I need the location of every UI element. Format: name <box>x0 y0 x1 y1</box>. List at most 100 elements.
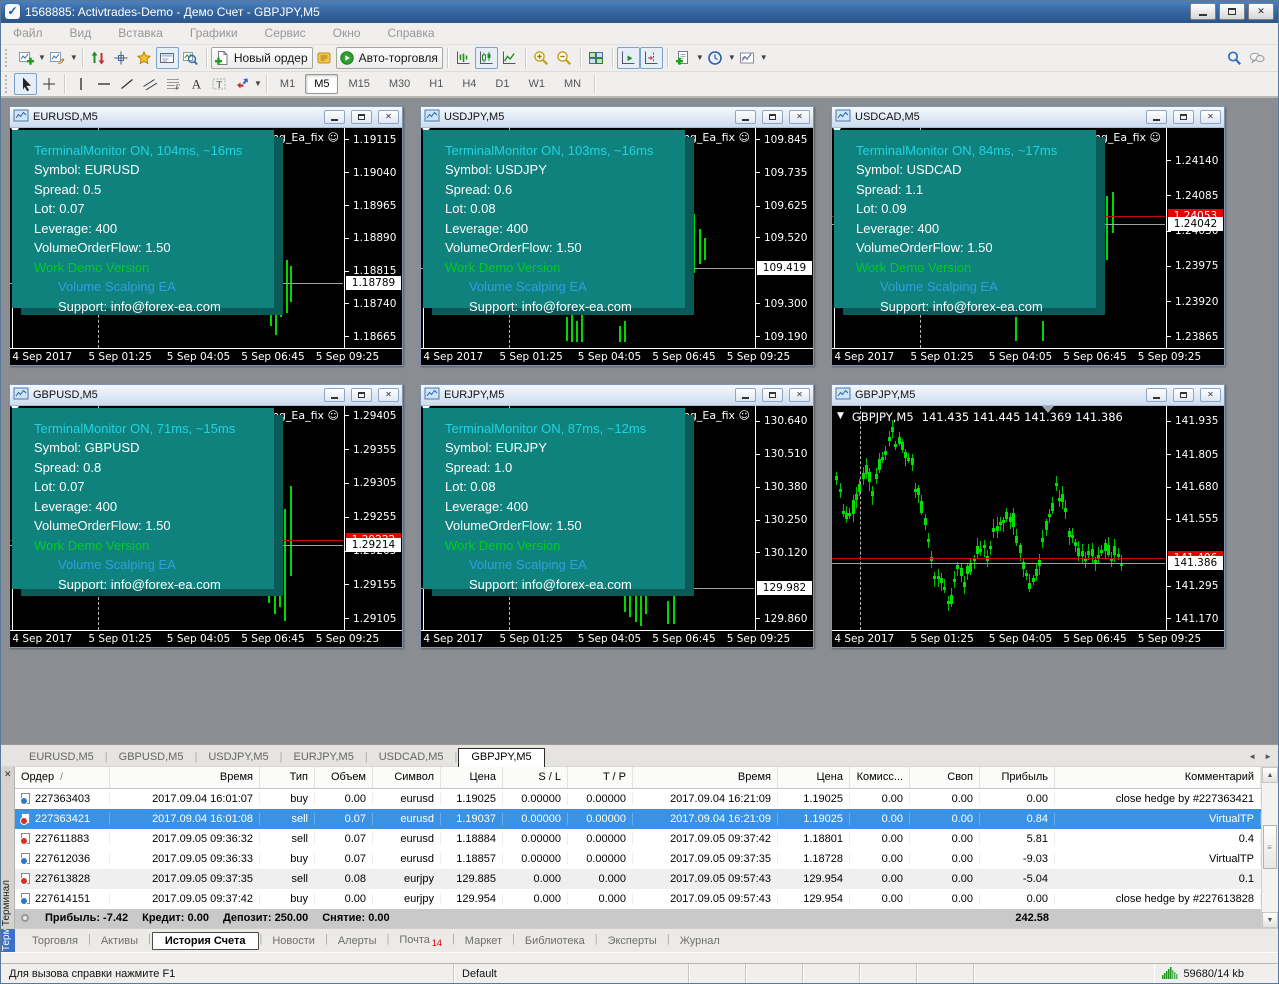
chart-minimize-button[interactable] <box>1146 109 1167 124</box>
chart-restore-button[interactable] <box>762 387 783 402</box>
menu-item-справка[interactable]: Справка <box>388 26 435 40</box>
chart-restore-button[interactable] <box>1173 387 1194 402</box>
column-header-6[interactable]: S / L <box>503 767 568 788</box>
price-axis[interactable]: 1.19115 1.19040 1.18965 1.18890 1.18815 1.187… <box>344 127 402 348</box>
channel-button[interactable] <box>138 73 161 95</box>
chart-restore-button[interactable] <box>762 109 783 124</box>
chart-plot[interactable]: TerminalMonitor ON, 71ms, ~15ms Symbol: … <box>10 405 343 630</box>
chart-tab-usdjpy[interactable]: USDJPY,M5 <box>198 749 278 766</box>
timeframe-w1[interactable]: W1 <box>519 74 554 94</box>
column-header-2[interactable]: Тип <box>260 767 315 788</box>
chart-minimize-button[interactable] <box>324 109 345 124</box>
timeframe-m5[interactable]: M5 <box>305 73 339 94</box>
new-chart-button[interactable] <box>14 47 37 69</box>
column-header-4[interactable]: Символ <box>373 767 441 788</box>
chart-window-eurjpy[interactable]: EURJPY,M5 ✕ TerminalMonitor ON, 87ms, ~1… <box>420 383 814 648</box>
chart-window-titlebar[interactable]: EURUSD,M5 ✕ <box>10 106 402 128</box>
indicators-button[interactable] <box>672 47 695 69</box>
terminal-tab-5[interactable]: Алерты <box>329 933 386 949</box>
line-chart-button[interactable] <box>498 47 521 69</box>
column-header-1[interactable]: Время <box>110 767 260 788</box>
chart-close-button[interactable]: ✕ <box>789 109 810 124</box>
arrows-dropdown-icon[interactable]: ▼ <box>254 79 262 88</box>
menu-item-окно[interactable]: Окно <box>333 26 361 40</box>
history-row-227613828[interactable]: 227613828 2017.09.05 09:37:35 sell 0.08 eurj… <box>15 868 1261 889</box>
chat-button[interactable] <box>1245 47 1268 69</box>
zoom-in-button[interactable] <box>530 47 553 69</box>
timeframe-m30[interactable]: M30 <box>380 74 419 94</box>
history-row-227363403[interactable]: 227363403 2017.09.04 16:01:07 buy 0.00 eurus… <box>15 788 1261 809</box>
terminal-tab-1[interactable]: Торговля <box>23 933 87 949</box>
chart-plot[interactable]: TerminalMonitor ON, 87ms, ~12ms Symbol: … <box>421 405 754 630</box>
time-axis[interactable]: 4 Sep 2017 5 Sep 01:25 5 Sep 04:05 5 Sep 06… <box>421 629 813 647</box>
menu-item-сервис[interactable]: Сервис <box>265 26 306 40</box>
zoom-out-button[interactable] <box>553 47 576 69</box>
timeframe-mn[interactable]: MN <box>555 74 590 94</box>
chart-area[interactable]: ▼ GBPJPY,M5 141.435 141.445 141.369 141.… <box>832 405 1224 647</box>
terminal-tab-8[interactable]: Библиотека <box>516 933 594 949</box>
price-axis[interactable]: 130.640 130.510 130.380 130.250 130.120 129.8… <box>755 405 813 630</box>
chart-area[interactable]: TerminalMonitor ON, 103ms, ~16ms Symbol:… <box>421 127 813 365</box>
terminal-tab-3[interactable]: История Счета <box>151 931 259 950</box>
trendline-button[interactable] <box>115 73 138 95</box>
chart-close-button[interactable]: ✕ <box>1200 109 1221 124</box>
history-row-227611883[interactable]: 227611883 2017.09.05 09:36:32 sell 0.07 euru… <box>15 828 1261 849</box>
column-header-11[interactable]: Своп <box>910 767 980 788</box>
chart-close-button[interactable]: ✕ <box>378 387 399 402</box>
terminal-tab-7[interactable]: Маркет <box>456 933 511 949</box>
chart-tab-usdcad[interactable]: USDCAD,M5 <box>369 749 454 766</box>
chart-minimize-button[interactable] <box>324 387 345 402</box>
history-row-227614151[interactable]: 227614151 2017.09.05 09:37:42 buy 0.00 eurjp… <box>15 888 1261 909</box>
menu-item-вид[interactable]: Вид <box>70 26 92 40</box>
timeframe-m15[interactable]: M15 <box>339 74 378 94</box>
chart-window-eurusd[interactable]: EURUSD,M5 ✕ TerminalMonitor ON, 104ms, ~… <box>9 105 403 366</box>
timeframe-h1[interactable]: H1 <box>420 74 452 94</box>
text-label-button[interactable]: T <box>207 73 230 95</box>
tile-windows-button[interactable] <box>585 47 608 69</box>
chart-plot[interactable]: TerminalMonitor ON, 104ms, ~16ms Symbol:… <box>10 127 343 348</box>
candlestick-button[interactable] <box>474 46 498 69</box>
chart-window-usdjpy[interactable]: USDJPY,M5 ✕ TerminalMonitor ON, 103ms, ~… <box>420 105 814 366</box>
chart-restore-button[interactable] <box>351 387 372 402</box>
chart-plot[interactable]: TerminalMonitor ON, 103ms, ~16ms Symbol:… <box>421 127 754 348</box>
arrows-button[interactable] <box>230 73 253 95</box>
toolbar-drag-handle[interactable] <box>5 48 10 67</box>
title-bar[interactable]: ✓ 1568885: Activtrades-Demo - Демо Счет … <box>1 1 1278 23</box>
resize-strip[interactable] <box>1 952 1278 964</box>
column-header-8[interactable]: Время <box>633 767 778 788</box>
scrollbar-thumb[interactable]: ≡ <box>1263 825 1277 870</box>
text-button[interactable]: A <box>184 73 207 95</box>
scroll-up-icon[interactable]: ▲ <box>1262 767 1278 784</box>
vertical-line-button[interactable] <box>69 73 92 95</box>
history-row-227363421[interactable]: 227363421 2017.09.04 16:01:08 sell 0.07 euru… <box>15 808 1261 829</box>
profiles-button[interactable] <box>46 47 69 69</box>
terminal-tab-2[interactable]: Активы <box>92 933 147 949</box>
price-axis[interactable]: 141.935 141.805 141.680 141.555 141.295 141.1… <box>1166 405 1224 630</box>
minimize-button[interactable] <box>1190 3 1216 21</box>
status-profile[interactable]: Default <box>453 964 688 983</box>
history-row-227612036[interactable]: 227612036 2017.09.05 09:36:33 buy 0.07 eurus… <box>15 848 1261 869</box>
terminal-button[interactable] <box>155 46 179 69</box>
chart-plot[interactable]: TerminalMonitor ON, 84ms, ~17ms Symbol: … <box>832 127 1165 348</box>
menu-item-графики[interactable]: Графики <box>190 26 238 40</box>
chart-close-button[interactable]: ✕ <box>789 387 810 402</box>
terminal-side-strip[interactable]: ✕ Терминал <box>1 767 15 929</box>
toolbar-drag-handle[interactable] <box>5 74 10 93</box>
chart-close-button[interactable]: ✕ <box>1200 387 1221 402</box>
chart-close-button[interactable]: ✕ <box>378 109 399 124</box>
horizontal-line-button[interactable] <box>92 73 115 95</box>
new-order-button[interactable]: Новый ордер <box>210 46 313 69</box>
scroll-down-icon[interactable]: ▼ <box>1262 912 1278 929</box>
time-axis[interactable]: 4 Sep 2017 5 Sep 01:25 5 Sep 04:05 5 Sep 06… <box>10 629 402 647</box>
column-header-13[interactable]: Комментарий <box>1055 767 1261 788</box>
chart-window-titlebar[interactable]: USDCAD,M5 ✕ <box>832 106 1224 128</box>
templates-button[interactable] <box>736 47 759 69</box>
chart-window-gbpusd[interactable]: GBPUSD,M5 ✕ TerminalMonitor ON, 71ms, ~1… <box>9 383 403 648</box>
profiles-dropdown-icon[interactable]: ▼ <box>70 53 78 62</box>
chart-window-titlebar[interactable]: EURJPY,M5 ✕ <box>421 384 813 406</box>
chart-minimize-button[interactable] <box>735 109 756 124</box>
chart-shift-button[interactable] <box>639 46 663 69</box>
indicators-dropdown-icon[interactable]: ▼ <box>696 53 704 62</box>
chart-area[interactable]: TerminalMonitor ON, 104ms, ~16ms Symbol:… <box>10 127 402 365</box>
time-axis[interactable]: 4 Sep 2017 5 Sep 01:25 5 Sep 04:05 5 Sep 06… <box>832 347 1224 365</box>
